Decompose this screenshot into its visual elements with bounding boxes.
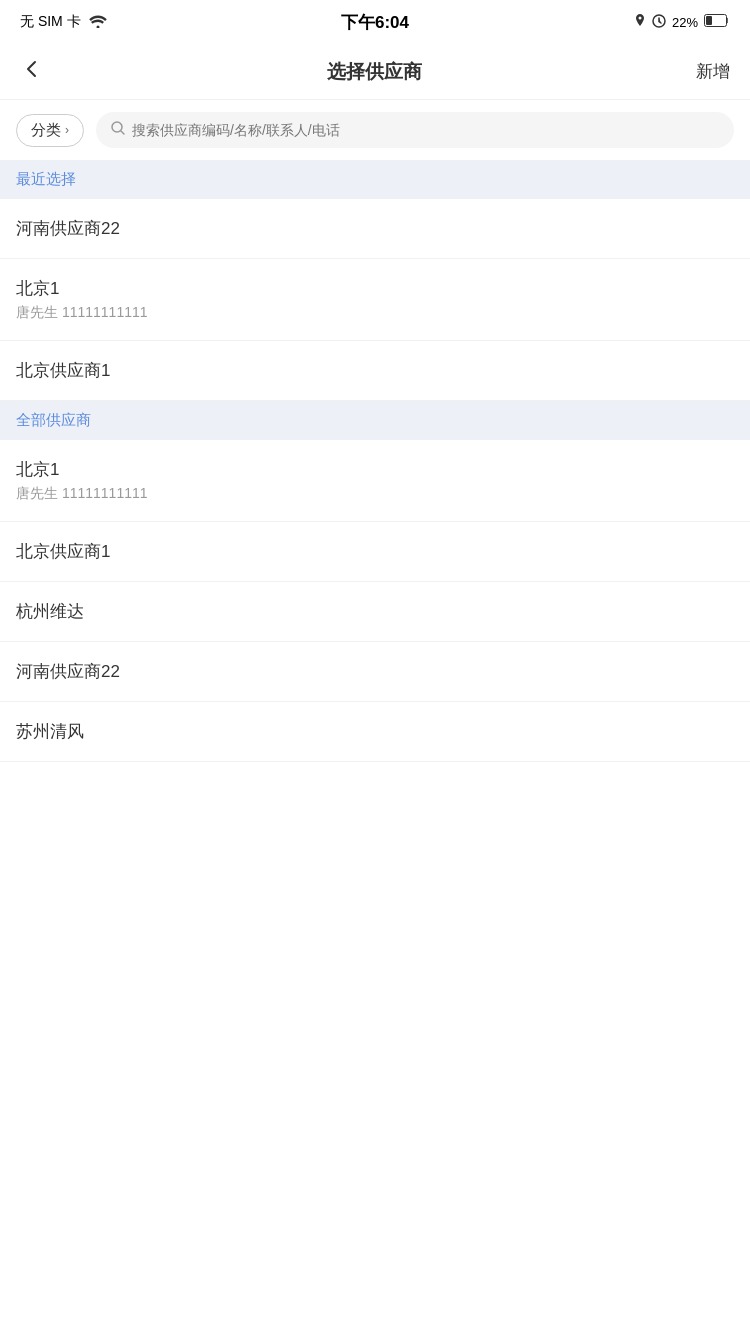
item-name: 杭州维达 bbox=[16, 600, 734, 623]
all-section-label: 全部供应商 bbox=[16, 411, 91, 428]
list-item[interactable]: 河南供应商22 bbox=[0, 199, 750, 259]
all-section-header: 全部供应商 bbox=[0, 401, 750, 440]
status-right: 22% bbox=[634, 14, 730, 31]
item-name: 北京1 bbox=[16, 458, 734, 481]
recent-section-header: 最近选择 bbox=[0, 160, 750, 199]
item-name: 河南供应商22 bbox=[16, 217, 734, 240]
status-bar: 无 SIM 卡 下午6:04 22% bbox=[0, 0, 750, 44]
wifi-icon bbox=[89, 14, 107, 31]
item-name: 苏州清风 bbox=[16, 720, 734, 743]
svg-rect-2 bbox=[706, 16, 712, 25]
item-name: 北京1 bbox=[16, 277, 734, 300]
all-items-list: 北京1 唐先生 11111111111 北京供应商1 杭州维达河南供应商22 苏州清风 bbox=[0, 440, 750, 762]
battery-text: 22% bbox=[672, 15, 698, 30]
status-left: 无 SIM 卡 bbox=[20, 13, 107, 31]
nav-bar: 选择供应商 新增 bbox=[0, 44, 750, 100]
list-item[interactable]: 北京供应商1 bbox=[0, 341, 750, 401]
filter-bar: 分类 › bbox=[0, 100, 750, 160]
clock-icon bbox=[652, 14, 666, 31]
recent-section-label: 最近选择 bbox=[16, 170, 76, 187]
item-name: 北京供应商1 bbox=[16, 359, 734, 382]
back-button[interactable] bbox=[20, 53, 52, 91]
item-name: 河南供应商22 bbox=[16, 660, 734, 683]
status-time: 下午6:04 bbox=[341, 11, 409, 34]
list-item[interactable]: 苏州清风 bbox=[0, 702, 750, 762]
chevron-right-icon: › bbox=[65, 123, 69, 137]
item-sub: 唐先生 11111111111 bbox=[16, 485, 734, 503]
location-icon bbox=[634, 14, 646, 31]
category-label: 分类 bbox=[31, 121, 61, 140]
list-item[interactable]: 河南供应商22 bbox=[0, 642, 750, 702]
search-box bbox=[96, 112, 734, 148]
carrier-text: 无 SIM 卡 bbox=[20, 13, 81, 31]
recent-items-list: 河南供应商22 北京1 唐先生 11111111111 北京供应商1 bbox=[0, 199, 750, 401]
add-button[interactable]: 新增 bbox=[696, 60, 730, 83]
list-item[interactable]: 北京供应商1 bbox=[0, 522, 750, 582]
page-title: 选择供应商 bbox=[327, 59, 422, 85]
search-input[interactable] bbox=[132, 122, 720, 138]
list-item[interactable]: 北京1 唐先生 11111111111 bbox=[0, 259, 750, 341]
battery-icon bbox=[704, 14, 730, 30]
search-icon bbox=[110, 120, 126, 140]
list-item[interactable]: 杭州维达 bbox=[0, 582, 750, 642]
category-button[interactable]: 分类 › bbox=[16, 114, 84, 147]
item-sub: 唐先生 11111111111 bbox=[16, 304, 734, 322]
item-name: 北京供应商1 bbox=[16, 540, 734, 563]
list-item[interactable]: 北京1 唐先生 11111111111 bbox=[0, 440, 750, 522]
